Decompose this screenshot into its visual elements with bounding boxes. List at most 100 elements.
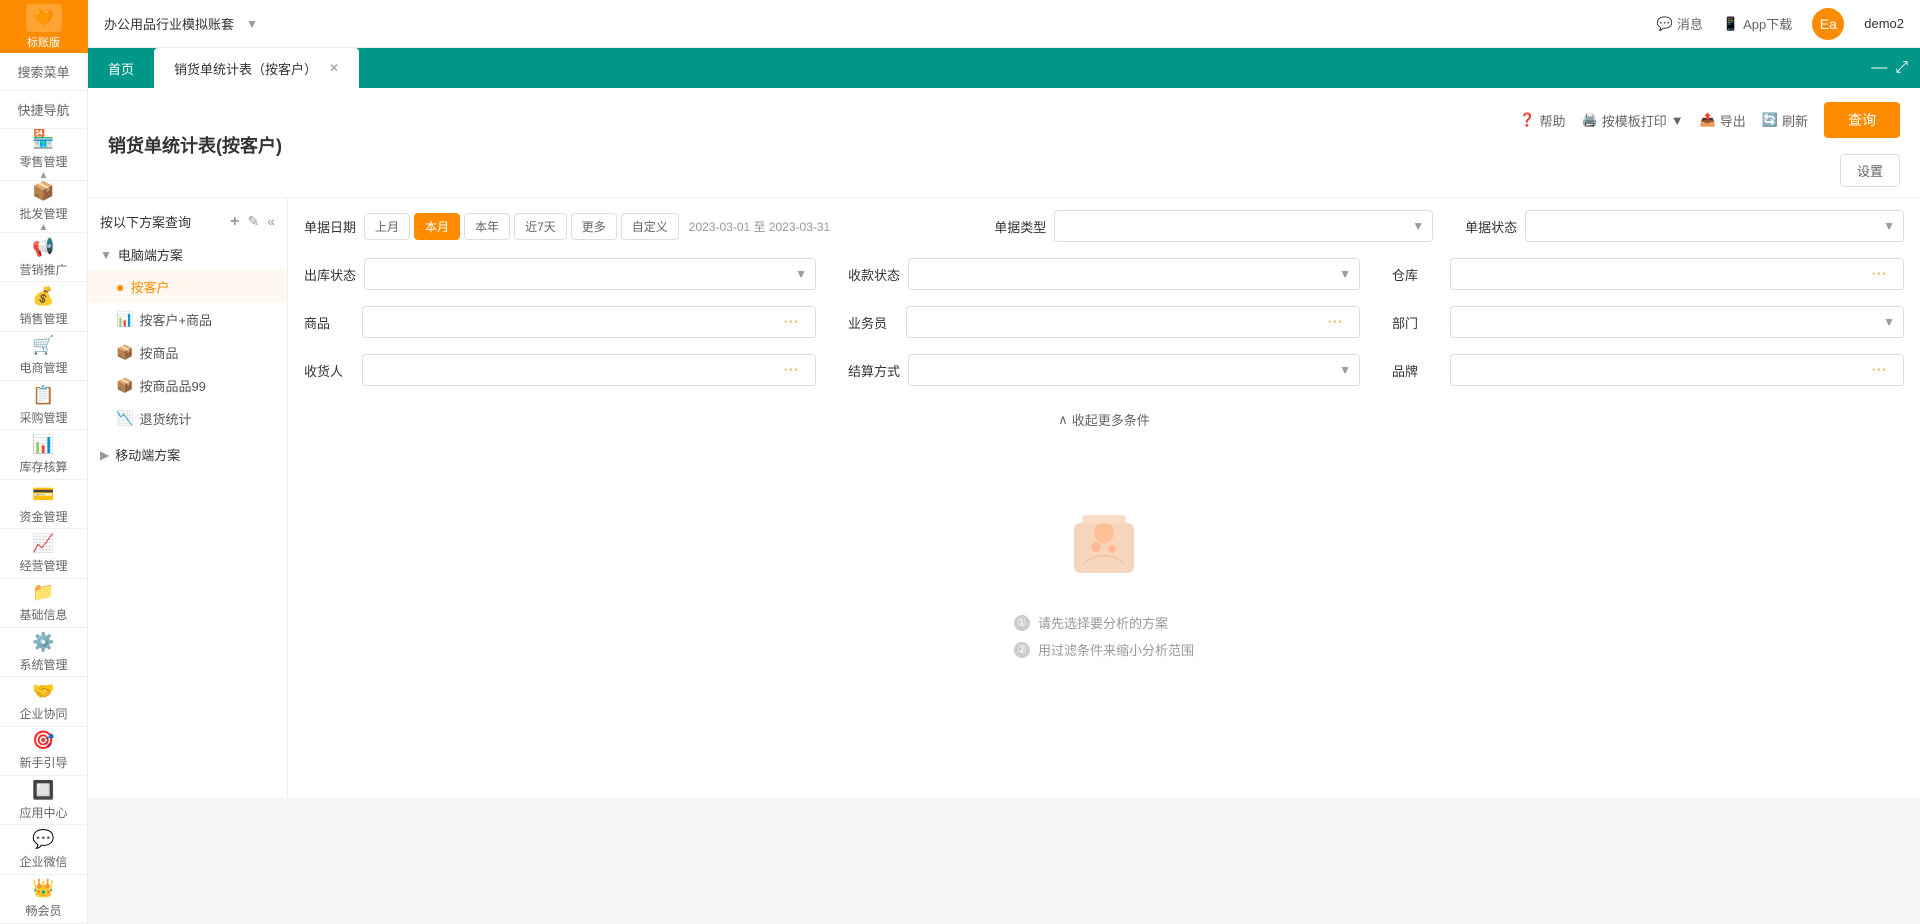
scheme-panel: 按以下方案查询 + ✎ « ▼ 电脑端方案 ● 按客户 — [88, 198, 288, 798]
message-icon: 💬 — [1657, 16, 1673, 32]
sidebar-item-operations[interactable]: 📈 经营管理 — [0, 529, 88, 578]
product-select[interactable]: ··· — [362, 306, 816, 338]
scheme-add-icon[interactable]: + — [230, 213, 239, 231]
date-btn-current-month[interactable]: 本月 — [414, 213, 460, 240]
brand-label: 品牌 — [1392, 361, 1442, 380]
scheme-group-mobile-header[interactable]: ▶ 移动端方案 — [88, 439, 287, 470]
download-icon: 📱 — [1723, 16, 1739, 32]
logo-text: 标账版 — [27, 34, 60, 50]
tab-home[interactable]: 首页 — [88, 48, 154, 88]
brand-select[interactable]: ··· — [1450, 354, 1904, 386]
appstore-icon: 🔲 — [32, 780, 54, 801]
sidebar-item-finance[interactable]: 💳 资金管理 — [0, 480, 88, 529]
scheme-item-by-product-99[interactable]: 📦 按商品品99 — [88, 369, 287, 402]
app-download-button[interactable]: 📱 App下载 — [1723, 14, 1792, 33]
filter-receipt-status: 收款状态 ▼ — [848, 258, 1360, 290]
sidebar-item-basic[interactable]: 📁 基础信息 — [0, 579, 88, 628]
sidebar-item-appstore[interactable]: 🔲 应用中心 — [0, 776, 88, 825]
out-status-select[interactable]: ▼ — [364, 258, 816, 290]
warehouse-dots[interactable]: ··· — [1863, 265, 1895, 283]
date-btn-custom[interactable]: 自定义 — [621, 213, 679, 240]
date-btn-last-month[interactable]: 上月 — [364, 213, 410, 240]
sidebar-item-inventory[interactable]: 📊 库存核算 — [0, 430, 88, 479]
doc-status-select[interactable]: ▼ — [1525, 210, 1904, 242]
message-button[interactable]: 💬 消息 — [1657, 14, 1703, 33]
help-button[interactable]: ❓ 帮助 — [1519, 111, 1565, 130]
recipient-select[interactable]: ··· — [362, 354, 816, 386]
scheme-group-desktop-label: 电脑端方案 — [118, 245, 183, 264]
staff-select[interactable]: ··· — [906, 306, 1360, 338]
scheme-panel-header: 按以下方案查询 + ✎ « — [88, 206, 287, 237]
filter-product: 商品 ··· — [304, 306, 816, 338]
sidebar-item-collab[interactable]: 🤝 企业协同 — [0, 677, 88, 726]
filter-department: 部门 ▼ — [1392, 306, 1904, 338]
refresh-button[interactable]: 🔄 刷新 — [1762, 111, 1808, 130]
sidebar-item-wholesale[interactable]: 📦 批发管理 ▲ — [0, 181, 88, 233]
tab-close-icon[interactable]: ✕ — [329, 61, 339, 75]
app-logo[interactable]: 🧡 标账版 — [0, 0, 88, 53]
doc-status-arrow-icon: ▼ — [1883, 219, 1895, 233]
sidebar-item-retail[interactable]: 🏪 零售管理 ▲ — [0, 129, 88, 181]
tab-sales-stat[interactable]: 销货单统计表（按客户） ✕ — [154, 48, 359, 88]
export-button[interactable]: 📤 导出 — [1700, 111, 1746, 130]
sidebar-nav[interactable]: 快捷导航 — [0, 91, 88, 129]
sidebar-item-purchase[interactable]: 📋 采购管理 — [0, 381, 88, 430]
collapse-button[interactable]: ∧ 收起更多条件 — [1058, 410, 1150, 429]
wholesale-icon: 📦 — [32, 181, 54, 202]
date-range: 2023-03-01 至 2023-03-31 — [689, 218, 830, 235]
scheme-group-desktop: ▼ 电脑端方案 ● 按客户 📊 按客户+商品 📦 按商品 — [88, 237, 287, 437]
sidebar-item-member[interactable]: 👑 畅会员 — [0, 875, 88, 924]
filter-out-status: 出库状态 ▼ — [304, 258, 816, 290]
doc-type-select[interactable]: ▼ — [1054, 210, 1433, 242]
department-select[interactable]: ▼ — [1450, 306, 1904, 338]
collapse-bar: ∧ 收起更多条件 — [304, 402, 1904, 433]
sidebar-search[interactable]: 搜索菜单 — [0, 53, 88, 91]
tabbar-minimize-icon[interactable]: — — [1871, 59, 1887, 77]
empty-tip-1: ① 请先选择要分析的方案 — [1014, 613, 1194, 632]
scheme-collapse-icon[interactable]: « — [267, 213, 275, 231]
date-label: 单据日期 — [304, 217, 356, 236]
warehouse-select[interactable]: ··· — [1450, 258, 1904, 290]
out-status-arrow-icon: ▼ — [795, 267, 807, 281]
product-dots[interactable]: ··· — [775, 313, 807, 331]
tabbar-maximize-icon[interactable]: ⤢ — [1895, 59, 1908, 77]
payment-method-select[interactable]: ▼ — [908, 354, 1360, 386]
template-print-button[interactable]: 🖨️ 按模板打印 ▼ — [1582, 111, 1684, 130]
inventory-icon: 📊 — [32, 434, 54, 455]
query-button[interactable]: 查询 — [1824, 102, 1900, 138]
sidebar-item-wechat[interactable]: 💬 企业微信 — [0, 825, 88, 874]
header-left: 办公用品行业模拟账套 ▼ — [104, 14, 258, 33]
export-icon: 📤 — [1700, 112, 1716, 128]
collapse-chevron-icon: ∧ — [1058, 412, 1068, 428]
wechat-icon: 💬 — [32, 829, 54, 850]
header-title: 办公用品行业模拟账套 — [104, 14, 234, 33]
return-icon: 📉 — [116, 410, 133, 427]
date-btn-more[interactable]: 更多 — [571, 213, 617, 240]
product-icon: 📦 — [116, 344, 133, 361]
settings-button[interactable]: 设置 — [1840, 154, 1900, 187]
scheme-item-by-product[interactable]: 📦 按商品 — [88, 336, 287, 369]
sidebar-item-newbie[interactable]: 🎯 新手引导 — [0, 727, 88, 776]
brand-dots[interactable]: ··· — [1863, 361, 1895, 379]
sidebar-item-sales[interactable]: 💰 销售管理 — [0, 282, 88, 331]
sidebar-item-ecommerce[interactable]: 🛒 电商管理 — [0, 332, 88, 381]
filter-doc-status: 单据状态 ▼ — [1465, 210, 1904, 242]
newbie-icon: 🎯 — [32, 730, 54, 751]
scheme-item-by-customer[interactable]: ● 按客户 — [88, 270, 287, 303]
scheme-item-by-customer-product[interactable]: 📊 按客户+商品 — [88, 303, 287, 336]
recipient-dots[interactable]: ··· — [775, 361, 807, 379]
top-header: 办公用品行业模拟账套 ▼ 💬 消息 📱 App下载 Ea demo2 — [88, 0, 1920, 48]
header-dropdown-icon[interactable]: ▼ — [246, 17, 258, 31]
sidebar-item-system[interactable]: ⚙️ 系统管理 — [0, 628, 88, 677]
sidebar-item-marketing[interactable]: 📢 营销推广 — [0, 233, 88, 282]
receipt-status-arrow-icon: ▼ — [1339, 267, 1351, 281]
date-btn-current-year[interactable]: 本年 — [464, 213, 510, 240]
tabbar-actions: — ⤢ — [1871, 59, 1920, 77]
date-btn-last-7[interactable]: 近7天 — [514, 213, 567, 240]
receipt-status-select[interactable]: ▼ — [908, 258, 1360, 290]
scheme-group-desktop-header[interactable]: ▼ 电脑端方案 — [88, 239, 287, 270]
scheme-edit-icon[interactable]: ✎ — [247, 213, 259, 231]
user-avatar[interactable]: Ea — [1812, 8, 1844, 40]
scheme-item-return[interactable]: 📉 退货统计 — [88, 402, 287, 435]
staff-dots[interactable]: ··· — [1319, 313, 1351, 331]
